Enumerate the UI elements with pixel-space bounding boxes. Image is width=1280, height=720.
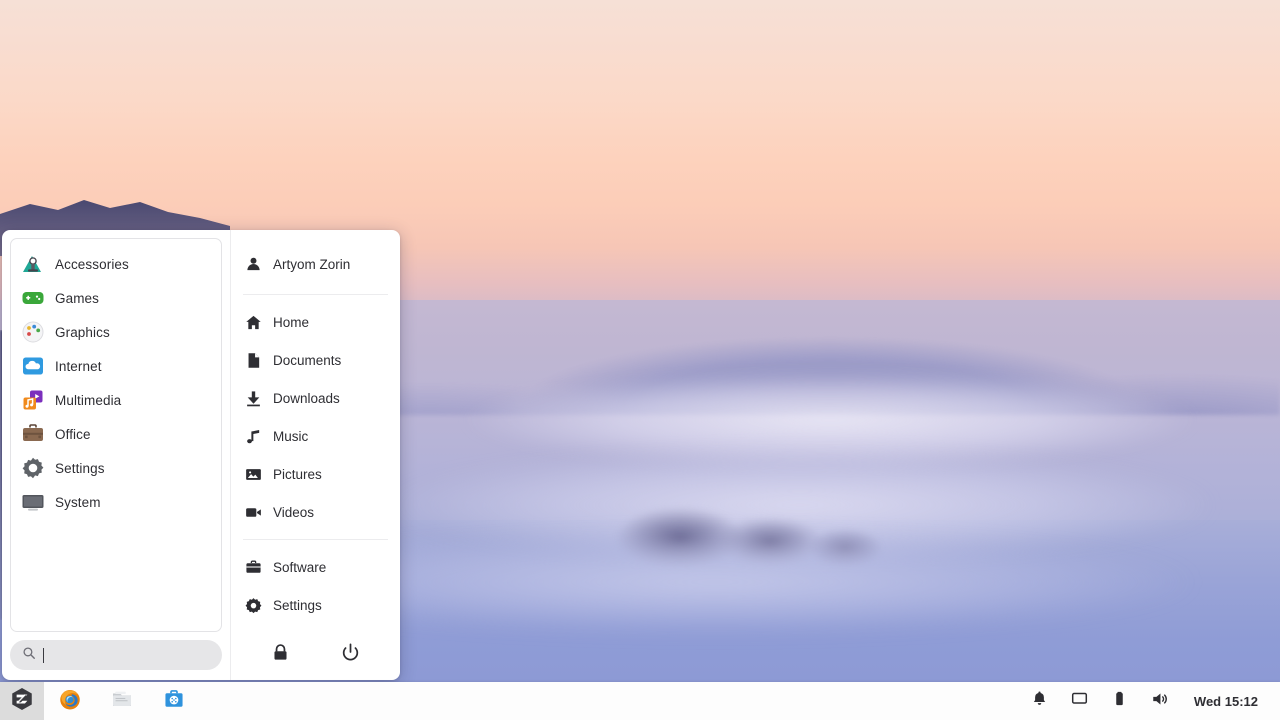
- taskbar-app-firefox[interactable]: [44, 682, 96, 720]
- system-item-software[interactable]: Software: [231, 548, 400, 586]
- videos-icon: [245, 504, 262, 521]
- menu-category-label: Accessories: [55, 257, 129, 272]
- place-label: Pictures: [273, 467, 322, 482]
- desktop-screen: Accessories Games: [0, 0, 1280, 720]
- settings-gear-icon: [245, 597, 262, 614]
- settings-icon: [21, 456, 45, 480]
- taskbar-app-files[interactable]: [96, 682, 148, 720]
- menu-category-multimedia[interactable]: Multimedia: [11, 383, 221, 417]
- taskbar-app-launchers: [44, 682, 200, 720]
- menu-category-label: Internet: [55, 359, 102, 374]
- clock[interactable]: Wed 15:12: [1180, 694, 1270, 709]
- taskbar-app-software-center[interactable]: [148, 682, 200, 720]
- menu-category-office[interactable]: Office: [11, 417, 221, 451]
- search-area: [10, 632, 222, 680]
- menu-divider-bottom: [243, 539, 388, 540]
- menu-category-system[interactable]: System: [11, 485, 221, 519]
- firefox-icon: [58, 687, 82, 716]
- system-tray: Wed 15:12: [1020, 682, 1280, 720]
- system-items-list: Software Settings: [231, 544, 400, 628]
- files-icon: [110, 687, 134, 716]
- music-icon: [245, 428, 262, 445]
- system-item-label: Settings: [273, 598, 322, 613]
- place-label: Music: [273, 429, 308, 444]
- menu-category-label: Settings: [55, 461, 105, 476]
- application-menu: Accessories Games: [2, 230, 400, 680]
- place-item-downloads[interactable]: Downloads: [231, 379, 400, 417]
- menu-action-row: [231, 630, 400, 674]
- internet-icon: [21, 354, 45, 378]
- menu-category-games[interactable]: Games: [11, 281, 221, 315]
- place-item-pictures[interactable]: Pictures: [231, 455, 400, 493]
- tray-display[interactable]: [1060, 682, 1100, 720]
- menu-right-column: Artyom Zorin Home Documents: [230, 230, 400, 680]
- menu-category-label: System: [55, 495, 101, 510]
- user-name: Artyom Zorin: [273, 257, 350, 272]
- place-item-music[interactable]: Music: [231, 417, 400, 455]
- lock-icon[interactable]: [270, 641, 292, 663]
- menu-left-column: Accessories Games: [2, 230, 230, 680]
- software-icon: [245, 559, 262, 576]
- menu-category-graphics[interactable]: Graphics: [11, 315, 221, 349]
- zorin-logo-icon: [9, 686, 35, 717]
- display-icon: [1071, 690, 1088, 712]
- place-label: Home: [273, 315, 309, 330]
- place-item-documents[interactable]: Documents: [231, 341, 400, 379]
- office-icon: [21, 422, 45, 446]
- bell-icon: [1031, 690, 1048, 712]
- place-label: Downloads: [273, 391, 340, 406]
- volume-icon: [1151, 690, 1169, 713]
- user-avatar-icon: [245, 256, 262, 273]
- taskbar: Wed 15:12: [0, 682, 1280, 720]
- tray-volume[interactable]: [1140, 682, 1180, 720]
- menu-category-label: Office: [55, 427, 91, 442]
- system-icon: [21, 490, 45, 514]
- menu-category-label: Graphics: [55, 325, 110, 340]
- power-icon[interactable]: [340, 641, 362, 663]
- search-caret: [43, 648, 44, 663]
- menu-category-label: Multimedia: [55, 393, 121, 408]
- documents-icon: [245, 352, 262, 369]
- menu-category-settings[interactable]: Settings: [11, 451, 221, 485]
- place-item-videos[interactable]: Videos: [231, 493, 400, 531]
- search-icon: [22, 646, 36, 665]
- start-button[interactable]: [0, 682, 44, 720]
- category-list: Accessories Games: [10, 238, 222, 632]
- menu-category-accessories[interactable]: Accessories: [11, 247, 221, 281]
- places-list: Home Documents: [231, 299, 400, 535]
- search-input[interactable]: [10, 640, 222, 670]
- user-account-item[interactable]: Artyom Zorin: [231, 238, 400, 290]
- menu-divider-top: [243, 294, 388, 295]
- battery-icon: [1111, 690, 1128, 712]
- menu-category-label: Games: [55, 291, 99, 306]
- games-icon: [21, 286, 45, 310]
- home-icon: [245, 314, 262, 331]
- system-item-label: Software: [273, 560, 326, 575]
- downloads-icon: [245, 390, 262, 407]
- tray-notifications[interactable]: [1020, 682, 1060, 720]
- multimedia-icon: [21, 388, 45, 412]
- accessories-icon: [21, 252, 45, 276]
- graphics-icon: [21, 320, 45, 344]
- place-item-home[interactable]: Home: [231, 303, 400, 341]
- place-label: Documents: [273, 353, 341, 368]
- place-label: Videos: [273, 505, 314, 520]
- tray-battery[interactable]: [1100, 682, 1140, 720]
- menu-category-internet[interactable]: Internet: [11, 349, 221, 383]
- system-item-settings[interactable]: Settings: [231, 586, 400, 624]
- pictures-icon: [245, 466, 262, 483]
- software-center-icon: [162, 687, 186, 716]
